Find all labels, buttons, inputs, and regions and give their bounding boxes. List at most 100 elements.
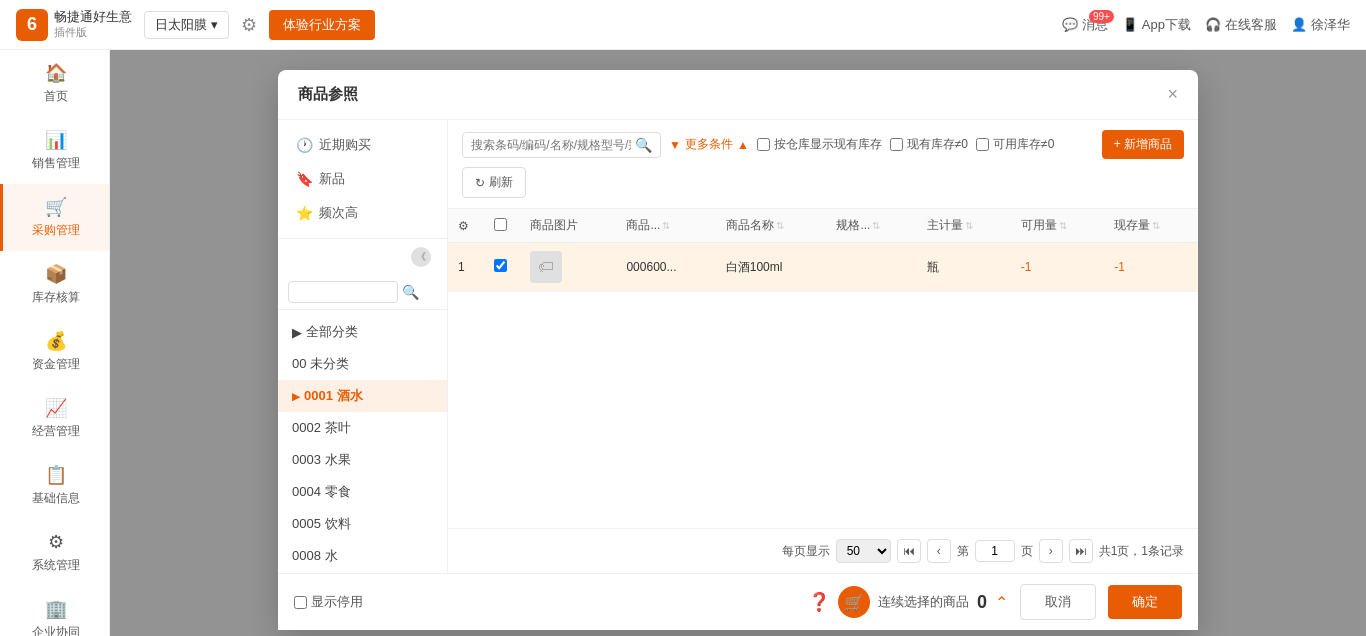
purchase-icon: 🛒	[45, 196, 67, 218]
expand-cart-button[interactable]: ⌃	[995, 593, 1008, 612]
modal-right-panel: 🔍 ▼ 更多条件 ▲ 按仓库显示现有库存	[448, 120, 1198, 573]
messages-item[interactable]: 💬 消息 99+	[1062, 16, 1108, 34]
sidebar-item-basics[interactable]: 📋 基础信息	[0, 452, 109, 519]
th-spec[interactable]: 规格... ⇅	[826, 209, 917, 243]
row-code: 000600...	[616, 243, 715, 292]
cat-item-snacks[interactable]: 0004 零食	[278, 476, 447, 508]
checkbox-usable-nonzero[interactable]: 可用库存≠0	[976, 136, 1054, 153]
cat-item-liquor[interactable]: ▶ 0001 酒水	[278, 380, 447, 412]
prev-page-button[interactable]: ‹	[927, 539, 951, 563]
page-number-input[interactable]	[975, 540, 1015, 562]
usable-nonzero-checkbox[interactable]	[976, 138, 989, 151]
sidebar-item-operations[interactable]: 📈 经营管理	[0, 385, 109, 452]
th-usable-label: 可用量	[1021, 217, 1057, 234]
quick-link-new[interactable]: 🔖 新品	[288, 164, 437, 194]
basics-icon: 📋	[45, 464, 67, 486]
select-all-checkbox[interactable]	[494, 218, 507, 231]
cat-label-liquor: 0001 酒水	[304, 387, 363, 405]
confirm-button[interactable]: 确定	[1108, 585, 1182, 619]
logo-text: 畅捷通好生意	[54, 9, 132, 26]
logo-icon: 6	[16, 9, 48, 41]
row-select-checkbox[interactable]	[494, 259, 507, 272]
category-search-input[interactable]	[288, 281, 398, 303]
settings-icon[interactable]: ⚙	[458, 219, 469, 233]
cat-label-water: 0008 水	[292, 547, 338, 563]
first-page-button[interactable]: ⏮	[897, 539, 921, 563]
cat-item-all[interactable]: ▶ 全部分类	[278, 316, 447, 348]
table-row[interactable]: 1 🏷 000600... 白酒100ml	[448, 243, 1198, 292]
product-modal: 商品参照 × 🕐 近期购买 🔖	[278, 70, 1198, 630]
last-page-button[interactable]: ⏭	[1069, 539, 1093, 563]
sidebar-label-system: 系统管理	[32, 557, 80, 574]
sort-icon-unit: ⇅	[965, 220, 973, 231]
th-usable[interactable]: 可用量 ⇅	[1011, 209, 1105, 243]
quick-link-recent[interactable]: 🕐 近期购买	[288, 130, 437, 160]
disabled-checkbox-input[interactable]	[294, 596, 307, 609]
sidebar-item-inventory[interactable]: 📦 库存核算	[0, 251, 109, 318]
row-index: 1	[448, 243, 484, 292]
modal-left-panel: 🕐 近期购买 🔖 新品 ⭐ 频次高	[278, 120, 448, 573]
sidebar-item-enterprise[interactable]: 🏢 企业协同	[0, 586, 109, 636]
page-suffix: 页	[1021, 543, 1033, 560]
nav-icons: 💬 消息 99+ 📱 App下载 🎧 在线客服 👤 徐泽华	[1062, 16, 1350, 34]
show-disabled-label: 显示停用	[311, 593, 363, 611]
gear-button[interactable]: ⚙	[241, 14, 257, 36]
org-selector[interactable]: 日太阳膜 ▾	[144, 11, 229, 39]
new-icon: 🔖	[296, 171, 313, 187]
quick-link-frequent[interactable]: ⭐ 频次高	[288, 198, 437, 228]
finance-icon: 💰	[45, 330, 67, 352]
cat-label-all: 全部分类	[306, 323, 358, 341]
refresh-button[interactable]: ↻ 刷新	[462, 167, 526, 198]
sidebar-item-sales[interactable]: 📊 销售管理	[0, 117, 109, 184]
recent-icon: 🕐	[296, 137, 313, 153]
cat-item-fruit[interactable]: 0003 水果	[278, 444, 447, 476]
cat-item-tea[interactable]: 0002 茶叶	[278, 412, 447, 444]
th-code[interactable]: 商品... ⇅	[616, 209, 715, 243]
th-name[interactable]: 商品名称 ⇅	[716, 209, 827, 243]
th-stock-label: 现存量	[1114, 217, 1150, 234]
cat-item-drinks[interactable]: 0005 饮料	[278, 508, 447, 540]
refresh-icon: ↻	[475, 176, 485, 190]
per-page-select[interactable]: 50 10 20 100	[836, 539, 891, 563]
sidebar-item-home[interactable]: 🏠 首页	[0, 50, 109, 117]
checkbox-show-stock[interactable]: 按仓库显示现有库存	[757, 136, 882, 153]
sidebar-item-finance[interactable]: 💰 资金管理	[0, 318, 109, 385]
modal-toolbar: 🔍 ▼ 更多条件 ▲ 按仓库显示现有库存	[448, 120, 1198, 209]
sidebar-item-system[interactable]: ⚙ 系统管理	[0, 519, 109, 586]
search-button[interactable]: 🔍	[635, 137, 652, 153]
cart-text: 连续选择的商品	[878, 593, 969, 611]
show-disabled-checkbox[interactable]: 显示停用	[294, 593, 363, 611]
user-item[interactable]: 👤 徐泽华	[1291, 16, 1350, 34]
sidebar-item-purchase[interactable]: 🛒 采购管理	[0, 184, 109, 251]
filter-button[interactable]: ▼ 更多条件 ▲	[669, 136, 749, 153]
exp-btn[interactable]: 体验行业方案	[269, 10, 375, 40]
cart-icon: 🛒	[838, 586, 870, 618]
page-label: 第	[957, 543, 969, 560]
collapse-panel-button[interactable]: 《	[411, 247, 431, 267]
help-icon[interactable]: ❓	[808, 591, 830, 613]
stock-nonzero-checkbox[interactable]	[890, 138, 903, 151]
cat-label-drinks: 0005 饮料	[292, 515, 351, 533]
search-input[interactable]	[471, 138, 631, 152]
online-service-item[interactable]: 🎧 在线客服	[1205, 16, 1277, 34]
headset-icon: 🎧	[1205, 17, 1221, 32]
th-unit[interactable]: 主计量 ⇅	[917, 209, 1011, 243]
cancel-button[interactable]: 取消	[1020, 584, 1096, 620]
next-page-button[interactable]: ›	[1039, 539, 1063, 563]
sidebar-label-purchase: 采购管理	[32, 222, 80, 239]
modal-close-button[interactable]: ×	[1167, 84, 1178, 105]
cat-label-fruit: 0003 水果	[292, 451, 351, 469]
category-search-button[interactable]: 🔍	[402, 284, 419, 300]
cat-item-water[interactable]: 0008 水	[278, 540, 447, 563]
quick-link-recent-label: 近期购买	[319, 136, 371, 154]
app-download-item[interactable]: 📱 App下载	[1122, 16, 1191, 34]
checkbox-stock-nonzero[interactable]: 现有库存≠0	[890, 136, 968, 153]
sidebar-label-basics: 基础信息	[32, 490, 80, 507]
category-list: ▶ 全部分类 00 未分类 ▶ 0001 酒水 0002 茶	[278, 310, 447, 563]
th-stock[interactable]: 现存量 ⇅	[1104, 209, 1198, 243]
cat-item-unclassified[interactable]: 00 未分类	[278, 348, 447, 380]
add-product-button[interactable]: + 新增商品	[1102, 130, 1184, 159]
show-stock-checkbox[interactable]	[757, 138, 770, 151]
sidebar-label-sales: 销售管理	[32, 155, 80, 172]
cat-triangle-all: ▶	[292, 325, 302, 340]
